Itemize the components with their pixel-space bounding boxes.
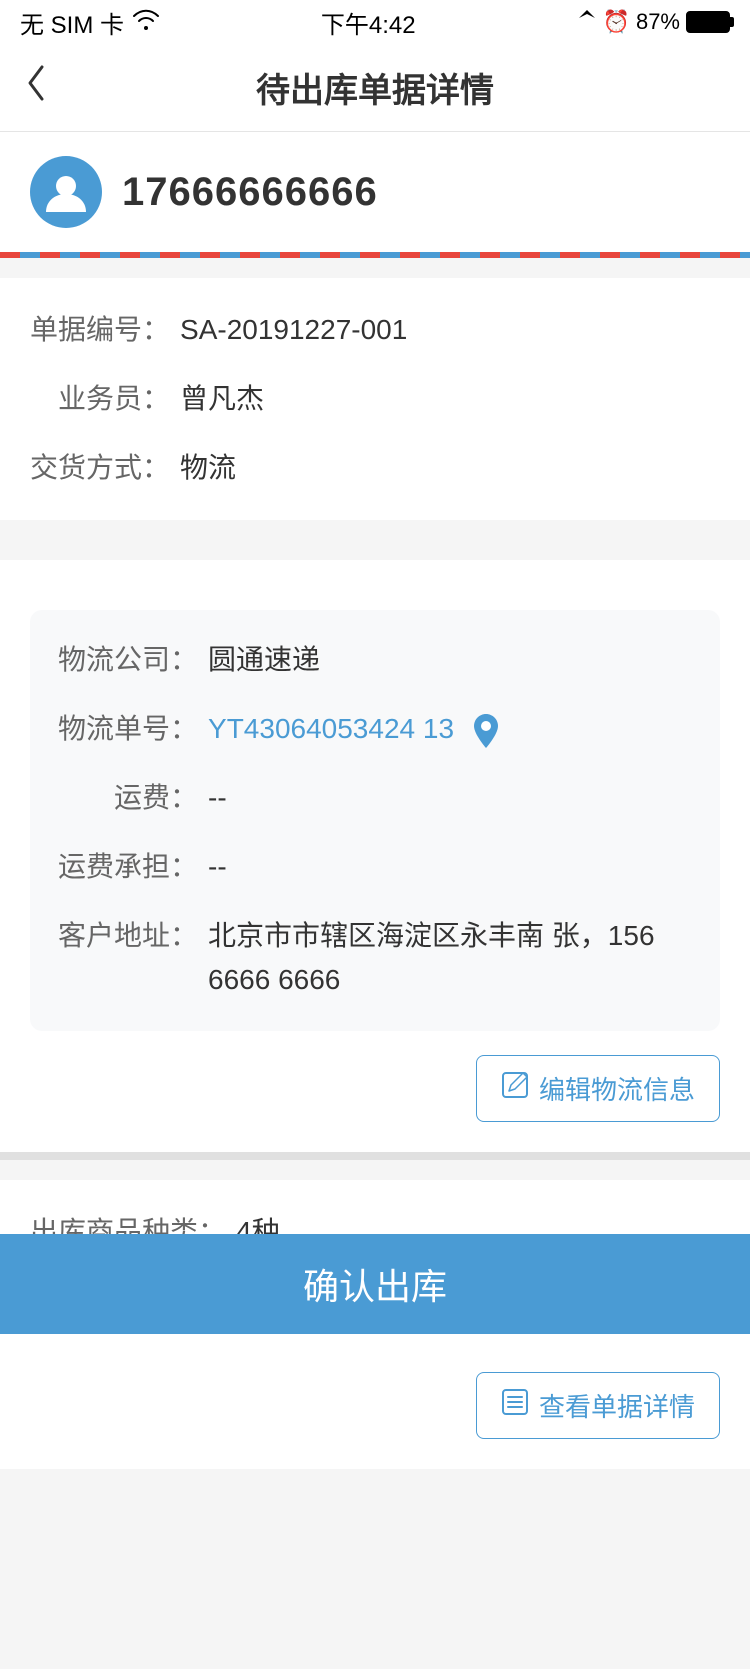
freight-label: 运费： <box>58 776 208 821</box>
delivery-method-label: 交货方式： <box>30 446 180 491</box>
freight-value: -- <box>208 776 692 821</box>
nav-bar: 待出库单据详情 <box>0 44 750 132</box>
view-details-label: 查看单据详情 <box>539 1387 695 1424</box>
page-title: 待出库单据详情 <box>256 63 494 112</box>
logistics-card: 物流公司： 圆通速递 物流单号： YT43064053424 13 运费： --… <box>30 610 720 1031</box>
confirm-label: 确认出库 <box>303 1258 447 1310</box>
document-number-row: 单据编号： SA-20191227-001 <box>30 308 720 353</box>
user-phone: 17666666666 <box>122 170 378 215</box>
logistics-company-value: 圆通速递 <box>208 638 692 683</box>
sales-person-label: 业务员： <box>30 377 180 422</box>
view-details-button[interactable]: 查看单据详情 <box>476 1372 720 1439</box>
dashed-divider <box>0 252 750 258</box>
address-label: 客户地址： <box>58 914 208 959</box>
logistics-company-row: 物流公司： 圆通速递 <box>58 638 692 683</box>
user-header: 17666666666 <box>0 132 750 252</box>
document-number-value: SA-20191227-001 <box>180 308 720 353</box>
address-value: 北京市市辖区海淀区永丰南 张，156 6666 6666 <box>208 914 692 1004</box>
location-icon <box>577 8 597 36</box>
edit-logistics-label: 编辑物流信息 <box>539 1070 695 1107</box>
list-icon <box>501 1388 529 1423</box>
freight-bearer-row: 运费承担： -- <box>58 845 692 890</box>
status-left: 无 SIM 卡 <box>20 5 160 40</box>
back-button[interactable] <box>24 63 48 112</box>
alarm-icon: ⏰ <box>603 9 630 35</box>
bottom-spacer <box>0 1469 750 1669</box>
freight-bearer-label: 运费承担： <box>58 845 208 890</box>
avatar <box>30 156 102 228</box>
delivery-method-row: 交货方式： 物流 <box>30 446 720 491</box>
tracking-number-row: 物流单号： YT43064053424 13 <box>58 707 692 752</box>
sales-person-value: 曾凡杰 <box>180 377 720 422</box>
edit-logistics-button[interactable]: 编辑物流信息 <box>476 1055 720 1122</box>
sales-person-row: 业务员： 曾凡杰 <box>30 377 720 422</box>
edit-icon <box>501 1071 529 1106</box>
battery-icon <box>686 11 730 33</box>
status-bar: 无 SIM 卡 下午4:42 ⏰ 87% <box>0 0 750 44</box>
carrier-label: 无 SIM 卡 <box>20 5 124 40</box>
confirm-button[interactable]: 确认出库 <box>0 1234 750 1334</box>
freight-row: 运费： -- <box>58 776 692 821</box>
tracking-number-value: YT43064053424 13 <box>208 707 692 752</box>
battery-percent: 87% <box>636 9 680 35</box>
address-row: 客户地址： 北京市市辖区海淀区永丰南 张，156 6666 6666 <box>58 914 692 1004</box>
freight-bearer-value: -- <box>208 845 692 890</box>
status-right: ⏰ 87% <box>577 8 730 36</box>
wifi-icon <box>132 8 160 37</box>
tracking-number-label: 物流单号： <box>58 707 208 752</box>
status-time: 下午4:42 <box>321 5 416 40</box>
basic-info-section: 单据编号： SA-20191227-001 业务员： 曾凡杰 交货方式： 物流 <box>0 278 750 520</box>
logistics-company-label: 物流公司： <box>58 638 208 683</box>
document-number-label: 单据编号： <box>30 308 180 353</box>
logistics-section: 物流公司： 圆通速递 物流单号： YT43064053424 13 运费： --… <box>0 560 750 1152</box>
delivery-method-value: 物流 <box>180 446 720 491</box>
location-pin-icon <box>466 710 506 750</box>
